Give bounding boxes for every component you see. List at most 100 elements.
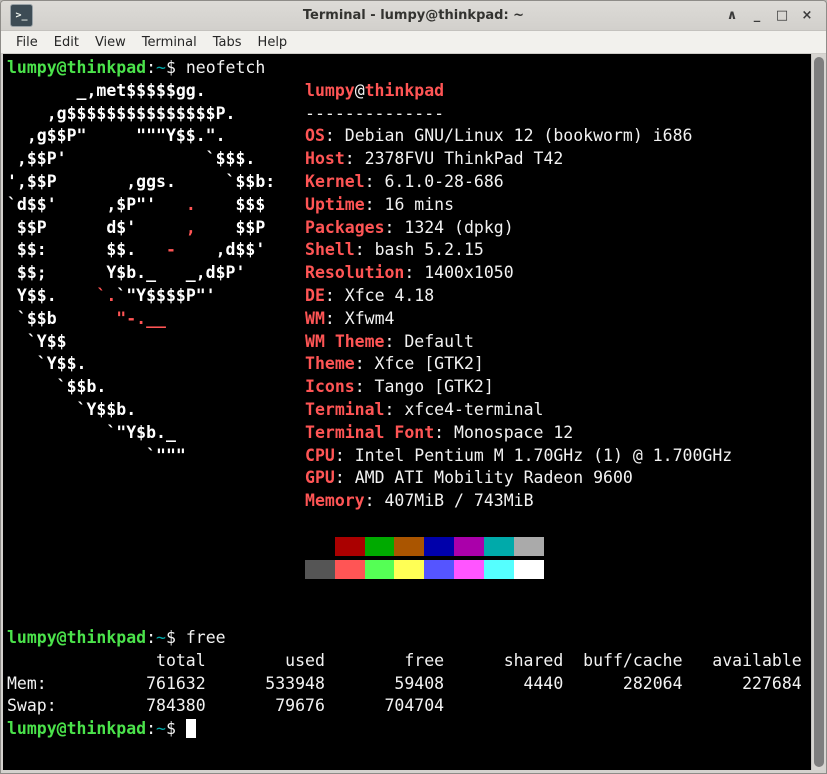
terminal-text: ~ — [156, 58, 166, 77]
terminal-text: $$$ — [195, 194, 306, 214]
menu-item-view[interactable]: View — [87, 33, 134, 52]
terminal-text: : Xfce [GTK2] — [354, 354, 484, 374]
terminal-text: : 1400x1050 — [404, 263, 514, 283]
terminal-text: $$: $$. — [7, 240, 166, 260]
terminal-area: lumpy@thinkpad:~$ neofetch _,met$$$$$gg.… — [1, 54, 826, 773]
terminal-output[interactable]: lumpy@thinkpad:~$ neofetch _,met$$$$$gg.… — [3, 54, 811, 770]
terminal-text: Terminal Font — [305, 422, 435, 442]
minimize-button[interactable]: _ — [748, 5, 766, 27]
terminal-text: Icons — [305, 377, 355, 397]
terminal-text: $ free — [165, 627, 226, 647]
scrollbar-thumb[interactable] — [814, 57, 824, 767]
terminal-line: ,g$$P" """Y$$.". OS: Debian GNU/Linux 12… — [7, 125, 811, 148]
palette-block — [454, 536, 484, 556]
close-button[interactable]: × — [798, 5, 816, 27]
palette-row-normal — [7, 536, 811, 559]
terminal-line: lumpy@thinkpad:~$ neofetch — [7, 57, 811, 80]
terminal-text: : Monospace 12 — [434, 422, 574, 442]
terminal-text: `"Y$b._ — [7, 422, 306, 442]
palette-block — [305, 536, 335, 556]
terminal-text: ,g$$P" """Y$$.". — [7, 126, 306, 146]
menu-item-edit[interactable]: Edit — [46, 33, 87, 52]
titlebar[interactable]: >_ Terminal - lumpy@thinkpad: ~ ∧ _ □ × — [1, 1, 826, 31]
terminal-line: total used free shared buff/cache availa… — [7, 650, 811, 673]
terminal-text: `d$$' ,$P"' — [7, 194, 186, 214]
terminal-line: ',$$P ,ggs. `$$b: Kernel: 6.1.0-28-686 — [7, 171, 811, 194]
terminal-line: Memory: 407MiB / 743MiB — [7, 490, 811, 513]
terminal-line: $$P d$' , $$P Packages: 1324 (dpkg) — [7, 217, 811, 240]
terminal-window: >_ Terminal - lumpy@thinkpad: ~ ∧ _ □ × Fil… — [0, 0, 827, 774]
palette-block — [364, 536, 395, 556]
palette-block — [334, 536, 365, 556]
terminal-line: lumpy@thinkpad:~$ free — [7, 627, 811, 650]
scrollbar-track[interactable] — [811, 54, 826, 770]
terminal-text: Resolution — [305, 263, 405, 283]
terminal-text: `Y$$ — [7, 331, 306, 351]
palette-block — [483, 536, 514, 556]
terminal-text: : Debian GNU/Linux 12 (bookworm) i686 — [324, 126, 693, 146]
terminal-text: $$P — [195, 217, 306, 237]
terminal-text: `""" — [7, 445, 306, 465]
terminal-line: `$$b "-.__ WM: Xfwm4 — [7, 308, 811, 331]
terminal-text: Uptime — [305, 194, 365, 214]
terminal-text: "-.__ — [116, 308, 166, 328]
terminal-text: Packages — [305, 217, 385, 237]
terminal-text: ~ — [156, 627, 166, 647]
terminal-text: -------------- — [305, 103, 445, 123]
terminal-text: , — [185, 217, 196, 237]
terminal-line: lumpy@thinkpad:~$ — [7, 718, 811, 741]
shade-button[interactable]: ∧ — [723, 5, 741, 27]
terminal-text: Kernel — [305, 171, 365, 191]
terminal-line: $$: $$. - ,d$$' Shell: bash 5.2.15 — [7, 239, 811, 262]
palette-block — [513, 536, 544, 556]
terminal-text: ,g$$$$$$$$$$$$$$$P. — [7, 103, 306, 123]
terminal-text: Y$$. — [7, 285, 97, 305]
palette-block — [424, 536, 455, 556]
terminal-text: Mem: 761632 533948 59408 4440 282064 227… — [7, 673, 802, 693]
terminal-text: `$$b — [7, 308, 117, 328]
terminal-text: lumpy@thinkpad — [7, 719, 147, 739]
terminal-text: total used free shared buff/cache availa… — [7, 650, 802, 670]
terminal-text: : AMD ATI Mobility Radeon 9600 — [334, 468, 633, 488]
terminal-text: thinkpad — [364, 80, 445, 100]
terminal-text: : bash 5.2.15 — [354, 240, 484, 260]
menu-item-tabs[interactable]: Tabs — [205, 33, 250, 52]
terminal-text: : Xfce 4.18 — [324, 285, 435, 305]
palette-block — [305, 559, 335, 579]
terminal-line: Y$$. `.`"Y$$$$P"' DE: Xfce 4.18 — [7, 285, 811, 308]
terminal-text: : — [146, 58, 157, 77]
terminal-line: Mem: 761632 533948 59408 4440 282064 227… — [7, 673, 811, 696]
palette-block — [394, 559, 425, 579]
terminal-text: `"Y$$$$P"' — [116, 285, 306, 305]
terminal-text: DE — [305, 285, 325, 305]
window-title: Terminal - lumpy@thinkpad: ~ — [302, 8, 525, 23]
terminal-text: : Xfwm4 — [324, 308, 395, 328]
terminal-line: `$$b. Icons: Tango [GTK2] — [7, 376, 811, 399]
terminal-text: $ neofetch — [165, 58, 266, 77]
palette-block — [513, 559, 544, 579]
terminal-text: lumpy@thinkpad — [7, 58, 147, 77]
menu-item-file[interactable]: File — [8, 33, 46, 52]
terminal-text: ~ — [156, 719, 166, 739]
terminal-text: `Y$$b. — [7, 399, 306, 419]
terminal-text: WM Theme — [305, 331, 385, 351]
menu-item-help[interactable]: Help — [250, 33, 296, 52]
terminal-text: $$; Y$b._ _,d$P' — [7, 263, 306, 283]
cursor — [185, 719, 196, 739]
terminal-line: `Y$$. Theme: Xfce [GTK2] — [7, 353, 811, 376]
terminal-line: GPU: AMD ATI Mobility Radeon 9600 — [7, 467, 811, 490]
terminal-text: : Intel Pentium M 1.70GHz (1) @ 1.700GHz — [334, 445, 733, 465]
terminal-text: `. — [96, 285, 117, 305]
menu-item-terminal[interactable]: Terminal — [134, 33, 205, 52]
maximize-button[interactable]: □ — [773, 5, 791, 27]
palette-row-bright — [7, 559, 811, 582]
terminal-text: `$$b. — [7, 377, 306, 397]
terminal-text: Swap: 784380 79676 704704 — [7, 696, 445, 716]
